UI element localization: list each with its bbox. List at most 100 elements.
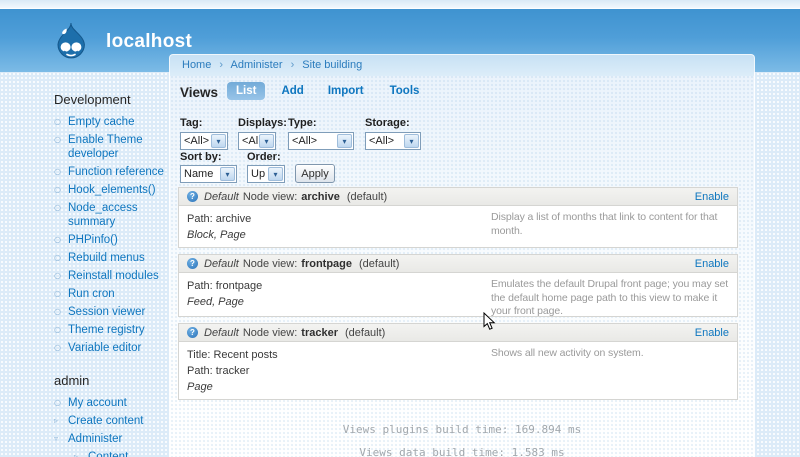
sidebar-link[interactable]: Create content bbox=[68, 414, 143, 428]
tab-add[interactable]: Add bbox=[281, 85, 303, 97]
menu-leaf-icon: ○ bbox=[54, 185, 61, 194]
apply-button[interactable]: Apply bbox=[295, 164, 335, 183]
menu-leaf-icon: ○ bbox=[54, 167, 61, 176]
view-row-tracker: ? Default Node view: tracker (default) E… bbox=[178, 323, 738, 400]
chevron-down-icon: ▾ bbox=[259, 134, 274, 148]
view-row-body: Path: archive Block, Page Display a list… bbox=[178, 206, 738, 248]
view-name: frontpage bbox=[301, 257, 353, 270]
sidebar-link[interactable]: Rebuild menus bbox=[68, 251, 145, 265]
help-icon[interactable]: ? bbox=[187, 191, 198, 202]
view-row-frontpage: ? Default Node view: frontpage (default)… bbox=[178, 254, 738, 317]
sidebar-item-function-reference: ○ Function reference bbox=[54, 165, 170, 179]
view-kind-label: Node view: bbox=[242, 326, 298, 339]
views-plugins-build-time: Views plugins build time: 169.894 ms bbox=[342, 423, 582, 436]
view-kind-label: Node view: bbox=[242, 257, 298, 270]
order-value: Up bbox=[251, 168, 266, 180]
menu-leaf-icon: ○ bbox=[54, 117, 61, 126]
sidebar-item-my-account: ○ My account bbox=[54, 396, 170, 410]
chevron-down-icon: ▾ bbox=[268, 167, 283, 181]
storage-filter-label: Storage: bbox=[365, 117, 410, 129]
view-type-label: Default bbox=[204, 257, 239, 270]
sidebar-link[interactable]: Session viewer bbox=[68, 305, 145, 319]
sort-by-select[interactable]: Name ▾ bbox=[180, 165, 237, 183]
sidebar-link[interactable]: Administer bbox=[68, 432, 122, 446]
sidebar-link[interactable]: Variable editor bbox=[68, 341, 141, 355]
chevron-down-icon: ▾ bbox=[404, 134, 419, 148]
sidebar-item-reinstall-modules: ○ Reinstall modules bbox=[54, 269, 170, 283]
breadcrumb-link-site-building[interactable]: Site building bbox=[302, 59, 362, 71]
help-icon[interactable]: ? bbox=[187, 258, 198, 269]
view-kind-label: Node view: bbox=[242, 190, 298, 203]
sidebar-item-theme-registry: ○ Theme registry bbox=[54, 323, 170, 337]
menu-leaf-icon: ○ bbox=[54, 253, 61, 262]
view-type-label: Default bbox=[204, 326, 239, 339]
menu-leaf-icon: ○ bbox=[54, 325, 61, 334]
sidebar-link[interactable]: PHPinfo() bbox=[68, 233, 118, 247]
sidebar-item-content-management: ▹ Content management bbox=[74, 450, 170, 457]
top-strip bbox=[0, 0, 800, 8]
view-description: Display a list of months that link to co… bbox=[491, 211, 718, 237]
help-icon[interactable]: ? bbox=[187, 327, 198, 338]
sidebar-item-rebuild-menus: ○ Rebuild menus bbox=[54, 251, 170, 265]
storage-filter-value: <All> bbox=[369, 135, 395, 147]
mouse-cursor bbox=[483, 312, 496, 330]
view-suffix: (default) bbox=[359, 257, 400, 270]
sidebar-link[interactable]: Function reference bbox=[68, 165, 164, 179]
sidebar-item-hook-elements: ○ Hook_elements() bbox=[54, 183, 170, 197]
enable-link[interactable]: Enable bbox=[695, 191, 729, 203]
type-filter-label: Type: bbox=[288, 117, 317, 129]
view-row-body: Title: Recent posts Path: tracker Page S… bbox=[178, 342, 738, 400]
view-suffix: (default) bbox=[346, 190, 388, 203]
view-displays: Page bbox=[187, 381, 213, 393]
menu-leaf-icon: ○ bbox=[54, 307, 61, 316]
storage-filter-select[interactable]: <All> ▾ bbox=[365, 132, 421, 150]
tab-tools[interactable]: Tools bbox=[390, 85, 420, 97]
displays-filter-label: Displays: bbox=[238, 117, 287, 129]
sidebar-link[interactable]: Reinstall modules bbox=[68, 269, 159, 283]
sidebar-link[interactable]: Empty cache bbox=[68, 115, 134, 129]
sidebar-link[interactable]: Hook_elements() bbox=[68, 183, 156, 197]
view-row-header: ? Default Node view: frontpage (default)… bbox=[178, 254, 738, 273]
enable-link[interactable]: Enable bbox=[695, 327, 729, 339]
sidebar-link[interactable]: Theme registry bbox=[68, 323, 145, 337]
breadcrumb-link-home[interactable]: Home bbox=[182, 59, 211, 71]
menu-expanded-icon[interactable]: ▿ bbox=[54, 432, 68, 446]
sidebar-link[interactable]: Node_access summary bbox=[68, 201, 170, 229]
view-row-header: ? Default Node view: archive (default) E… bbox=[178, 187, 738, 206]
site-name[interactable]: localhost bbox=[106, 31, 192, 53]
content-panel: Home › Administer › Site building Views … bbox=[170, 55, 754, 457]
menu-collapsed-icon[interactable]: ▹ bbox=[54, 414, 68, 428]
view-row-body: Path: frontpage Feed, Page Emulates the … bbox=[178, 273, 738, 317]
sidebar-link[interactable]: Content management bbox=[88, 450, 170, 457]
sidebar-link[interactable]: My account bbox=[68, 396, 127, 410]
menu-leaf-icon: ○ bbox=[54, 203, 61, 212]
sidebar-link[interactable]: Enable Theme developer bbox=[68, 133, 170, 161]
breadcrumb-separator: › bbox=[219, 59, 224, 71]
view-name: tracker bbox=[301, 326, 338, 339]
tab-list[interactable]: List bbox=[227, 82, 266, 100]
views-list: ? Default Node view: archive (default) E… bbox=[178, 187, 738, 406]
type-filter-value: <All> bbox=[292, 135, 318, 147]
displays-filter-value: <All> bbox=[242, 135, 259, 147]
type-filter-select[interactable]: <All> ▾ bbox=[288, 132, 354, 150]
view-description: Emulates the default Drupal front page; … bbox=[491, 278, 729, 317]
tab-import[interactable]: Import bbox=[328, 85, 364, 97]
breadcrumb-link-administer[interactable]: Administer bbox=[231, 59, 283, 71]
menu-leaf-icon: ○ bbox=[54, 398, 61, 407]
breadcrumb: Home › Administer › Site building bbox=[170, 55, 754, 76]
sidebar-item-variable-editor: ○ Variable editor bbox=[54, 341, 170, 355]
displays-filter-select[interactable]: <All> ▾ bbox=[238, 132, 276, 150]
enable-link[interactable]: Enable bbox=[695, 258, 729, 270]
sidebar-link[interactable]: Run cron bbox=[68, 287, 115, 301]
sort-by-label: Sort by: bbox=[180, 151, 222, 163]
sidebar-section-title-development: Development bbox=[54, 92, 131, 107]
menu-collapsed-icon[interactable]: ▹ bbox=[74, 450, 88, 457]
tag-filter-select[interactable]: <All> ▾ bbox=[180, 132, 228, 150]
menu-leaf-icon: ○ bbox=[54, 235, 61, 244]
sidebar-item-node-access-summary: ○ Node_access summary bbox=[54, 201, 170, 229]
view-type-label: Default bbox=[204, 190, 239, 203]
tab-bar: List Add Import Tools bbox=[227, 82, 419, 100]
order-select[interactable]: Up ▾ bbox=[247, 165, 285, 183]
sidebar-item-session-viewer: ○ Session viewer bbox=[54, 305, 170, 319]
sidebar-item-administer: ▿ Administer bbox=[54, 432, 170, 446]
